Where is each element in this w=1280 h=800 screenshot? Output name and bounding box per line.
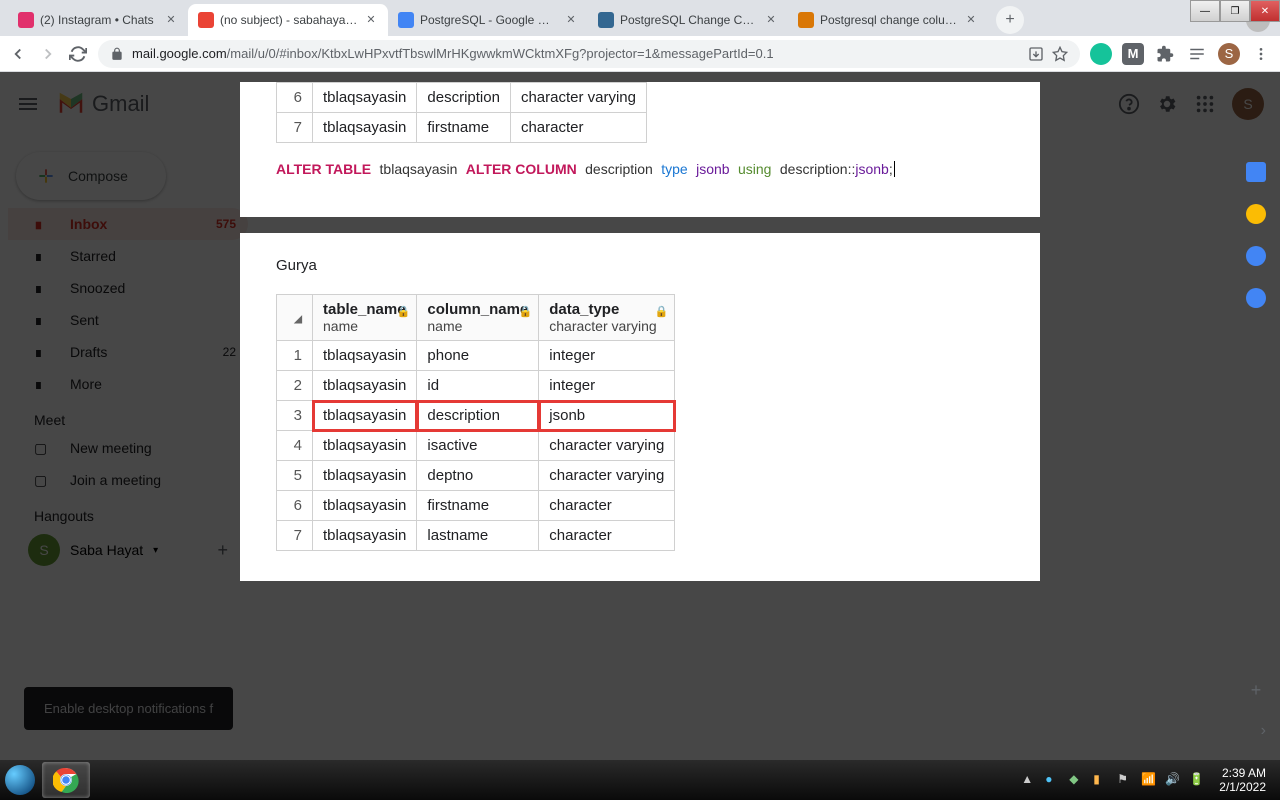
tab-close-icon[interactable]: ✕: [364, 13, 378, 27]
tab-title: Postgresql change column: [820, 13, 958, 27]
extensions-button[interactable]: [1154, 43, 1176, 65]
tab-close-icon[interactable]: ✕: [564, 13, 578, 27]
browser-tab[interactable]: PostgreSQL - Google Docs ✕: [388, 4, 588, 36]
system-tray: ▲ ● ◆ ▮ ⚑ 📶 🔊 🔋 2:39 AM 2/1/2022: [1021, 766, 1280, 795]
browser-tab[interactable]: Postgresql change column ✕: [788, 4, 988, 36]
lock-icon: 🔒: [519, 305, 533, 318]
tab-title: PostgreSQL - Google Docs: [420, 13, 558, 27]
table-row: 7tblaqsayasinfirstnamecharacter: [277, 113, 647, 143]
clock-date: 2/1/2022: [1219, 780, 1266, 794]
tab-favicon: [18, 12, 34, 28]
col-column-name[interactable]: column_namename🔒: [417, 295, 539, 341]
attachment-viewer: 6tblaqsayasindescriptioncharacter varyin…: [240, 72, 1040, 760]
image-panel-2: Gurya ◢ table_namename🔒 column_namename🔒…: [240, 233, 1040, 581]
extension-icon[interactable]: M: [1122, 43, 1144, 65]
tasks-icon[interactable]: [1246, 246, 1266, 266]
address-bar[interactable]: mail.google.com/mail/u/0/#inbox/KtbxLwHP…: [98, 40, 1080, 68]
table-row: 7tblaqsayasinlastnamecharacter: [277, 521, 675, 551]
panel-title: Gurya: [240, 233, 1040, 284]
browser-tab-strip: (2) Instagram • Chats ✕ (no subject) - s…: [0, 0, 1280, 36]
lock-icon: [110, 47, 124, 61]
star-icon[interactable]: [1052, 46, 1068, 62]
menu-button[interactable]: [1250, 43, 1272, 65]
tray-icon[interactable]: ●: [1045, 772, 1061, 788]
table-row: 6tblaqsayasindescriptioncharacter varyin…: [277, 83, 647, 113]
sql-statement: ALTER TABLE tblaqsayasin ALTER COLUMN de…: [276, 161, 1004, 179]
tab-favicon: [198, 12, 214, 28]
calendar-icon[interactable]: [1246, 162, 1266, 182]
clock-time: 2:39 AM: [1219, 766, 1266, 780]
tab-close-icon[interactable]: ✕: [764, 13, 778, 27]
table-row: 5tblaqsayasindeptnocharacter varying: [277, 461, 675, 491]
tab-close-icon[interactable]: ✕: [964, 13, 978, 27]
tab-close-icon[interactable]: ✕: [164, 13, 178, 27]
col-table-name[interactable]: table_namename🔒: [313, 295, 417, 341]
keep-icon[interactable]: [1246, 204, 1266, 224]
table-row: 1tblaqsayasinphoneinteger: [277, 341, 675, 371]
chrome-task-button[interactable]: [42, 762, 90, 798]
reload-button[interactable]: [68, 44, 88, 64]
tray-icon[interactable]: ▲: [1021, 772, 1037, 788]
close-button[interactable]: ✕: [1250, 0, 1280, 22]
network-icon[interactable]: 📶: [1141, 772, 1157, 788]
tab-title: (2) Instagram • Chats: [40, 13, 158, 27]
db-schema-table: ◢ table_namename🔒 column_namename🔒 data_…: [276, 294, 675, 551]
table-row: 2tblaqsayasinidinteger: [277, 371, 675, 401]
install-icon[interactable]: [1028, 46, 1044, 62]
start-button[interactable]: [0, 760, 40, 800]
db-schema-table-partial: 6tblaqsayasindescriptioncharacter varyin…: [276, 82, 647, 143]
tab-title: PostgreSQL Change Colum: [620, 13, 758, 27]
minimize-button[interactable]: —: [1190, 0, 1220, 22]
reading-list-icon[interactable]: [1186, 43, 1208, 65]
tab-title: (no subject) - sabahayatkha: [220, 13, 358, 27]
browser-tab[interactable]: (2) Instagram • Chats ✕: [8, 4, 188, 36]
clock[interactable]: 2:39 AM 2/1/2022: [1213, 766, 1272, 795]
lock-icon: 🔒: [655, 305, 669, 318]
table-row: 6tblaqsayasinfirstnamecharacter: [277, 491, 675, 521]
table-row: 3tblaqsayasindescriptionjsonb: [277, 401, 675, 431]
new-tab-button[interactable]: +: [996, 6, 1024, 34]
tab-favicon: [598, 12, 614, 28]
tray-icon[interactable]: ◆: [1069, 772, 1085, 788]
url-text: mail.google.com/mail/u/0/#inbox/KtbxLwHP…: [132, 46, 1020, 61]
account-button[interactable]: S: [1218, 43, 1240, 65]
forward-button[interactable]: [38, 44, 58, 64]
volume-icon[interactable]: 🔊: [1165, 772, 1181, 788]
maximize-button[interactable]: ❐: [1220, 0, 1250, 22]
table-row: 4tblaqsayasinisactivecharacter varying: [277, 431, 675, 461]
image-panel-1: 6tblaqsayasindescriptioncharacter varyin…: [240, 82, 1040, 217]
window-controls: — ❐ ✕: [1190, 0, 1280, 22]
battery-icon[interactable]: 🔋: [1189, 772, 1205, 788]
add-addon-button[interactable]: +: [1246, 680, 1266, 700]
tab-favicon: [398, 12, 414, 28]
tray-icon[interactable]: ⚑: [1117, 772, 1133, 788]
lock-icon: 🔒: [397, 305, 411, 318]
tab-favicon: [798, 12, 814, 28]
side-panel: + ›: [1232, 72, 1280, 760]
back-button[interactable]: [8, 44, 28, 64]
tray-icon[interactable]: ▮: [1093, 772, 1109, 788]
grammarly-extension-icon[interactable]: [1090, 43, 1112, 65]
browser-tab[interactable]: PostgreSQL Change Colum ✕: [588, 4, 788, 36]
col-data-type[interactable]: data_typecharacter varying🔒: [539, 295, 675, 341]
contacts-icon[interactable]: [1246, 288, 1266, 308]
taskbar: ▲ ● ◆ ▮ ⚑ 📶 🔊 🔋 2:39 AM 2/1/2022: [0, 760, 1280, 800]
toolbar: mail.google.com/mail/u/0/#inbox/KtbxLwHP…: [0, 36, 1280, 72]
collapse-panel-icon[interactable]: ›: [1261, 722, 1266, 740]
browser-tab[interactable]: (no subject) - sabahayatkha ✕: [188, 4, 388, 36]
